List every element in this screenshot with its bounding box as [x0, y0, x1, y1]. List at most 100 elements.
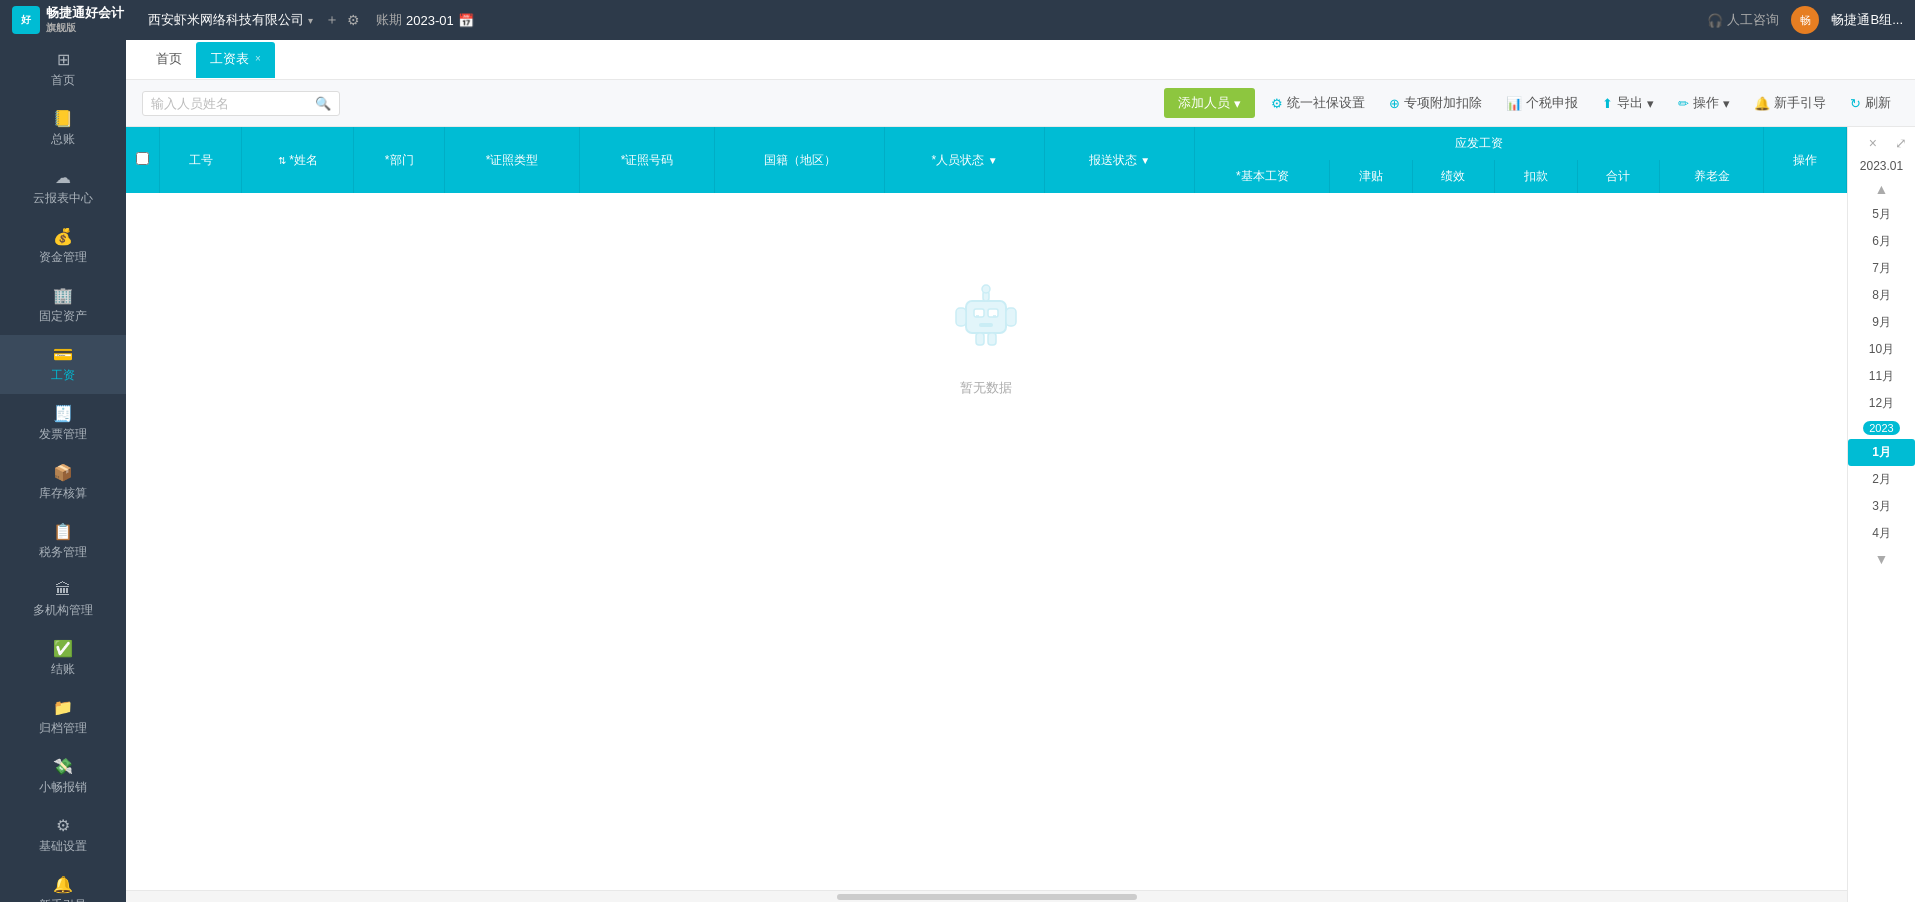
sidebar-item-ledger[interactable]: 📒 总账	[0, 99, 126, 158]
pension-sub-header: 养老金	[1660, 160, 1764, 193]
logo-text-group: 畅捷通好会计 旗舰版	[46, 5, 124, 35]
tab-home[interactable]: 首页	[142, 42, 196, 78]
sidebar-item-label: 归档管理	[39, 720, 87, 737]
month-5[interactable]: 5月	[1848, 201, 1915, 228]
add-company-button[interactable]: ＋	[325, 11, 339, 29]
checkbox-header[interactable]	[126, 127, 160, 193]
svg-rect-8	[976, 333, 984, 345]
user-name: 畅捷通B组...	[1831, 11, 1903, 29]
sidebar-item-guide[interactable]: 🔔 新手引导	[0, 865, 126, 902]
tax-label: 个税申报	[1526, 94, 1578, 112]
operate-arrow: ▾	[1723, 96, 1730, 111]
scroll-down-icon[interactable]: ▼	[1875, 547, 1889, 571]
nation-header: 国籍（地区）	[715, 127, 885, 193]
settings-button[interactable]: ⚙	[347, 12, 360, 28]
select-all-checkbox[interactable]	[136, 152, 149, 165]
service-button[interactable]: 🎧 人工咨询	[1707, 11, 1779, 29]
month-6[interactable]: 6月	[1848, 228, 1915, 255]
close-panel-button[interactable]: ×	[1861, 131, 1885, 155]
right-date-panel: × ⤢ 2023.01 ▲ 5月 6月 7月 8月 9月 10月 11月 12月…	[1847, 127, 1915, 902]
operate-icon: ✏	[1678, 96, 1689, 111]
month-10[interactable]: 10月	[1848, 336, 1915, 363]
sidebar-item-cloud-report[interactable]: ☁ 云报表中心	[0, 158, 126, 217]
sort-icon[interactable]: ⇅	[278, 155, 286, 166]
settle-icon: ✅	[53, 639, 73, 658]
sidebar-item-salary[interactable]: 💳 工资	[0, 335, 126, 394]
month-1[interactable]: 1月	[1848, 439, 1915, 466]
cloud-icon: ☁	[55, 168, 71, 187]
status-filter-icon[interactable]: ▼	[988, 155, 998, 166]
headset-icon: 🎧	[1707, 13, 1723, 28]
main-area: ⊞ 首页 📒 总账 ☁ 云报表中心 💰 资金管理 🏢 固定资产 💳 工资	[0, 40, 1915, 902]
report-filter-icon[interactable]: ▼	[1140, 155, 1150, 166]
avatar: 畅	[1791, 6, 1819, 34]
sidebar-item-expense[interactable]: 💸 小畅报销	[0, 747, 126, 806]
top-right-area: 🎧 人工咨询 畅 畅捷通B组...	[1707, 6, 1903, 34]
sidebar-item-settings[interactable]: ⚙ 基础设置	[0, 806, 126, 865]
salary-group-header: 应发工资	[1195, 127, 1764, 160]
sidebar-item-label: 工资	[51, 367, 75, 384]
deduct-icon: ⊕	[1389, 96, 1400, 111]
search-box: 🔍	[142, 91, 340, 116]
empty-icon	[946, 273, 1026, 367]
deduct-label: 专项附加扣除	[1404, 94, 1482, 112]
company-selector[interactable]: 西安虾米网络科技有限公司 ▾	[148, 11, 313, 29]
content-area: 首页 工资表 × 🔍 添加人员 ▾ ⚙	[126, 40, 1915, 902]
allowance-sub-header: 津贴	[1330, 160, 1412, 193]
tab-salary-table[interactable]: 工资表 ×	[196, 42, 275, 78]
sidebar-item-label: 资金管理	[39, 249, 87, 266]
id-type-header: *证照类型	[445, 127, 580, 193]
calendar-icon[interactable]: 📅	[458, 13, 474, 28]
month-9[interactable]: 9月	[1848, 309, 1915, 336]
month-4[interactable]: 4月	[1848, 520, 1915, 547]
sidebar-item-inventory[interactable]: 📦 库存核算	[0, 453, 126, 512]
month-11[interactable]: 11月	[1848, 363, 1915, 390]
guide-button[interactable]: 🔔 新手引导	[1746, 90, 1834, 116]
sidebar-item-home[interactable]: ⊞ 首页	[0, 40, 126, 99]
robot-svg	[946, 273, 1026, 353]
add-person-label: 添加人员	[1178, 94, 1230, 112]
operate-button[interactable]: ✏ 操作 ▾	[1670, 90, 1738, 116]
sidebar-item-archive[interactable]: 📁 归档管理	[0, 688, 126, 747]
sidebar-item-fixed-assets[interactable]: 🏢 固定资产	[0, 276, 126, 335]
empty-state: 暂无数据	[126, 193, 1847, 477]
scroll-up-icon[interactable]: ▲	[1875, 177, 1889, 201]
month-2[interactable]: 2月	[1848, 466, 1915, 493]
app-edition: 旗舰版	[46, 21, 124, 35]
add-person-button[interactable]: 添加人员 ▾	[1164, 88, 1255, 118]
app-container: 好 畅捷通好会计 旗舰版 西安虾米网络科技有限公司 ▾ ＋ ⚙ 账期 2023-…	[0, 0, 1915, 902]
social-settings-button[interactable]: ⚙ 统一社保设置	[1263, 90, 1373, 116]
operate-header: 操作	[1764, 127, 1847, 193]
guide-icon: 🔔	[53, 875, 73, 894]
special-deduct-button[interactable]: ⊕ 专项附加扣除	[1381, 90, 1490, 116]
sidebar-item-label: 税务管理	[39, 544, 87, 561]
tab-close-icon[interactable]: ×	[255, 53, 261, 64]
horizontal-scrollbar[interactable]	[126, 890, 1847, 902]
sidebar-item-label: 新手引导	[39, 897, 87, 902]
refresh-button[interactable]: ↻ 刷新	[1842, 90, 1899, 116]
sidebar-item-multi-org[interactable]: 🏛 多机构管理	[0, 571, 126, 629]
operate-label: 操作	[1693, 94, 1719, 112]
month-12[interactable]: 12月	[1848, 390, 1915, 417]
empty-state-row: 暂无数据	[126, 193, 1847, 477]
month-3[interactable]: 3月	[1848, 493, 1915, 520]
sidebar-item-tax[interactable]: 📋 税务管理	[0, 512, 126, 571]
sidebar-item-invoice[interactable]: 🧾 发票管理	[0, 394, 126, 453]
sidebar-item-fund[interactable]: 💰 资金管理	[0, 217, 126, 276]
id-no-header: *证照号码	[580, 127, 715, 193]
refresh-icon: ↻	[1850, 96, 1861, 111]
tabs-bar: 首页 工资表 ×	[126, 40, 1915, 80]
sidebar-item-settle[interactable]: ✅ 结账	[0, 629, 126, 688]
salary-table: 工号 ⇅ *姓名 *部门 *证照类型 *证照号码 国籍（地区） *人员状态 ▼	[126, 127, 1847, 477]
avatar-text: 畅	[1800, 13, 1811, 28]
month-8[interactable]: 8月	[1848, 282, 1915, 309]
expand-panel-button[interactable]: ⤢	[1887, 131, 1915, 155]
tax-report-button[interactable]: 📊 个税申报	[1498, 90, 1586, 116]
month-7[interactable]: 7月	[1848, 255, 1915, 282]
search-icon[interactable]: 🔍	[315, 96, 331, 111]
sidebar-item-label: 库存核算	[39, 485, 87, 502]
scrollbar-thumb[interactable]	[837, 894, 1137, 900]
export-button[interactable]: ⬆ 导出 ▾	[1594, 90, 1662, 116]
search-input[interactable]	[151, 96, 311, 111]
period-label: 账期	[376, 11, 402, 29]
